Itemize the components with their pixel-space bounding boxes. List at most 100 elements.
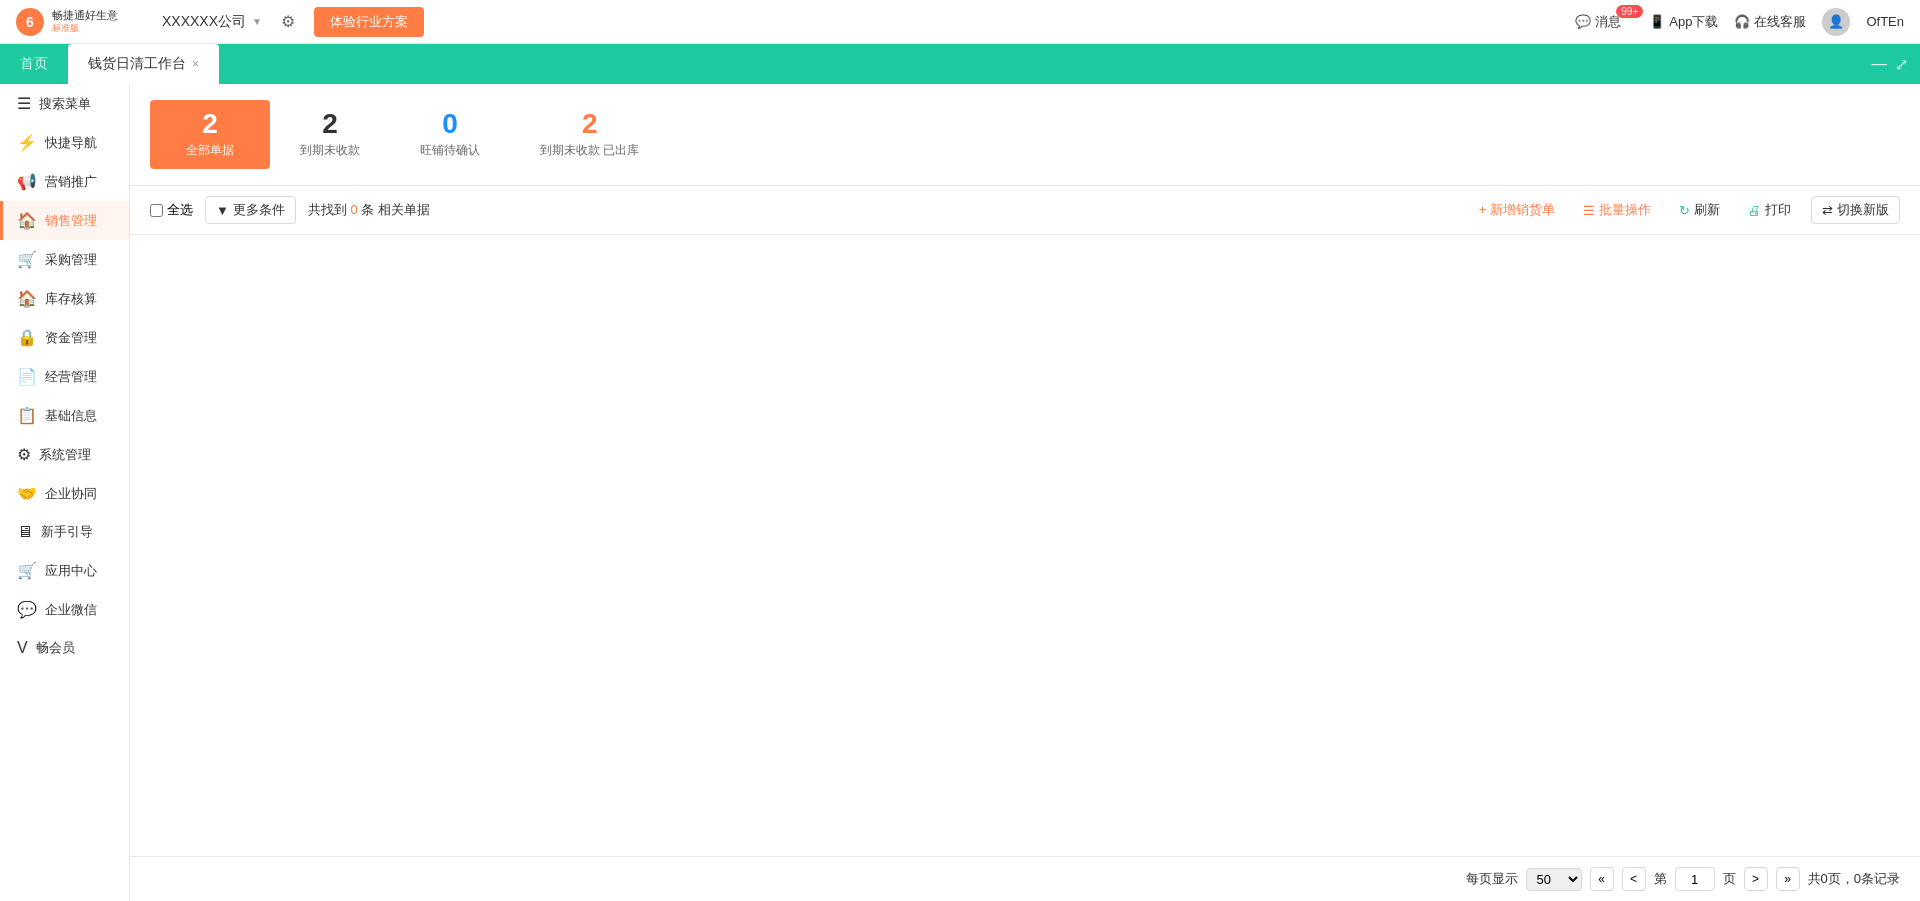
- sidebar-item-quick-nav[interactable]: ⚡ 快捷导航: [0, 123, 129, 162]
- sidebar-label-finance: 资金管理: [45, 329, 97, 347]
- stat-card-shipped[interactable]: 2 到期未收款 已出库: [510, 100, 669, 169]
- stat-label-overdue: 到期未收款: [300, 142, 360, 159]
- settings-button[interactable]: ⚙: [274, 8, 302, 36]
- base-info-icon: 📋: [17, 406, 37, 425]
- batch-operation-button[interactable]: ☰ 批量操作: [1575, 197, 1659, 223]
- new-sales-button[interactable]: + 新增销货单: [1471, 197, 1563, 223]
- sidebar-label-system: 系统管理: [39, 446, 91, 464]
- stat-number-all: 2: [202, 110, 218, 138]
- sidebar-item-cooperation[interactable]: 🤝 企业协同: [0, 474, 129, 513]
- sidebar-item-member[interactable]: V 畅会员: [0, 629, 129, 667]
- sidebar-item-operation[interactable]: 📄 经营管理: [0, 357, 129, 396]
- sidebar-item-search-menu[interactable]: ☰ 搜索菜单: [0, 84, 129, 123]
- logo-area: 6 畅捷通好生意 标准版: [16, 8, 146, 36]
- company-selector[interactable]: XXXXXX公司 ▼: [162, 13, 262, 31]
- top-header: 6 畅捷通好生意 标准版 XXXXXX公司 ▼ ⚙ 体验行业方案 💬 消息 99…: [0, 0, 1920, 44]
- sidebar-item-inventory[interactable]: 🏠 库存核算: [0, 279, 129, 318]
- filter-label: 更多条件: [233, 201, 285, 219]
- stat-label-all: 全部单据: [186, 142, 234, 159]
- tab-home-label: 首页: [20, 55, 48, 73]
- sidebar-label-purchase: 采购管理: [45, 251, 97, 269]
- toolbar: 全选 ▼ 更多条件 共找到 0 条 相关单据 + 新增销货单 ☰ 批量操作: [130, 186, 1920, 235]
- filter-button[interactable]: ▼ 更多条件: [205, 196, 296, 224]
- checkbox-all-input[interactable]: [150, 204, 163, 217]
- page-suffix: 页: [1723, 870, 1736, 888]
- tab-active-label: 钱货日清工作台: [88, 55, 186, 73]
- online-service-label: 在线客服: [1754, 13, 1806, 31]
- first-page-button[interactable]: «: [1590, 867, 1614, 891]
- sidebar-item-base-info[interactable]: 📋 基础信息: [0, 396, 129, 435]
- phone-icon: 📱: [1649, 14, 1665, 29]
- print-icon: 🖨: [1748, 203, 1761, 218]
- quick-nav-icon: ⚡: [17, 133, 37, 152]
- stat-number-pending: 0: [442, 110, 458, 138]
- app-name: 畅捷通好生意: [52, 8, 118, 22]
- next-page-button[interactable]: >: [1744, 867, 1768, 891]
- stat-card-all[interactable]: 2 全部单据: [150, 100, 270, 169]
- page-input[interactable]: [1675, 867, 1715, 891]
- select-all-checkbox[interactable]: 全选: [150, 201, 193, 219]
- sidebar-item-system[interactable]: ⚙ 系统管理: [0, 435, 129, 474]
- found-count: 0: [351, 202, 358, 217]
- sidebar-item-wechat[interactable]: 💬 企业微信: [0, 590, 129, 629]
- content-area: 2 全部单据 2 到期未收款 0 旺铺待确认 2 到期未收款 已出库 全选: [130, 84, 1920, 901]
- sidebar-item-guide[interactable]: 🖥 新手引导: [0, 513, 129, 551]
- sidebar-label-operation: 经营管理: [45, 368, 97, 386]
- page-size-select[interactable]: 50 10 20 100: [1526, 868, 1582, 891]
- sidebar-label-quick-nav: 快捷导航: [45, 134, 97, 152]
- operation-icon: 📄: [17, 367, 37, 386]
- company-name: XXXXXX公司: [162, 13, 246, 31]
- tab-close-icon[interactable]: ×: [192, 57, 199, 71]
- total-text: 共0页，0条记录: [1808, 870, 1900, 888]
- sidebar-label-member: 畅会员: [36, 639, 75, 657]
- messages-item[interactable]: 💬 消息 99+: [1575, 13, 1633, 31]
- page-size-label: 每页显示: [1466, 870, 1518, 888]
- prev-page-button[interactable]: <: [1622, 867, 1646, 891]
- sidebar-label-inventory: 库存核算: [45, 290, 97, 308]
- refresh-label: 刷新: [1694, 201, 1720, 219]
- header-right: 💬 消息 99+ 📱 App下载 🎧 在线客服 👤 OfTEn: [1575, 8, 1904, 36]
- batch-label: 批量操作: [1599, 201, 1651, 219]
- print-button[interactable]: 🖨 打印: [1740, 197, 1799, 223]
- search-menu-icon: ☰: [17, 94, 31, 113]
- stat-number-shipped: 2: [582, 110, 598, 138]
- stat-number-overdue: 2: [322, 110, 338, 138]
- stat-card-pending[interactable]: 0 旺铺待确认: [390, 100, 510, 169]
- sidebar-item-app-center[interactable]: 🛒 应用中心: [0, 551, 129, 590]
- refresh-icon: ↻: [1679, 203, 1690, 218]
- stat-label-pending: 旺铺待确认: [420, 142, 480, 159]
- sidebar-item-finance[interactable]: 🔒 资金管理: [0, 318, 129, 357]
- sidebar-label-search-menu: 搜索菜单: [39, 95, 91, 113]
- avatar-placeholder: 👤: [1828, 14, 1844, 29]
- switch-version-button[interactable]: ⇄ 切换新版: [1811, 196, 1900, 224]
- sidebar-item-purchase[interactable]: 🛒 采购管理: [0, 240, 129, 279]
- inventory-icon: 🏠: [17, 289, 37, 308]
- messages-badge: 99+: [1616, 5, 1643, 18]
- sidebar-label-guide: 新手引导: [41, 523, 93, 541]
- online-service-item[interactable]: 🎧 在线客服: [1734, 13, 1806, 31]
- trial-button[interactable]: 体验行业方案: [314, 7, 424, 37]
- tab-home[interactable]: 首页: [0, 44, 68, 84]
- stat-card-overdue[interactable]: 2 到期未收款: [270, 100, 390, 169]
- toolbar-right: + 新增销货单 ☰ 批量操作 ↻ 刷新 🖨 打印 ⇄ 切换新版: [1471, 196, 1900, 224]
- user-name[interactable]: OfTEn: [1866, 14, 1904, 29]
- tab-minimize-button[interactable]: —: [1871, 55, 1887, 73]
- sidebar-label-app-center: 应用中心: [45, 562, 97, 580]
- chevron-down-icon: ▼: [252, 16, 262, 27]
- avatar[interactable]: 👤: [1822, 8, 1850, 36]
- guide-icon: 🖥: [17, 523, 33, 541]
- app-tag: 标准版: [52, 22, 118, 35]
- cooperation-icon: 🤝: [17, 484, 37, 503]
- app-download-item[interactable]: 📱 App下载: [1649, 13, 1718, 31]
- tab-restore-button[interactable]: ⤢: [1895, 55, 1908, 74]
- refresh-button[interactable]: ↻ 刷新: [1671, 197, 1728, 223]
- sidebar-label-sales: 销售管理: [45, 212, 97, 230]
- sidebar-item-marketing[interactable]: 📢 营销推广: [0, 162, 129, 201]
- finance-icon: 🔒: [17, 328, 37, 347]
- sidebar-label-base-info: 基础信息: [45, 407, 97, 425]
- main-layout: ☰ 搜索菜单 ⚡ 快捷导航 📢 营销推广 🏠 销售管理 🛒 采购管理 🏠 库存核…: [0, 84, 1920, 901]
- last-page-button[interactable]: »: [1776, 867, 1800, 891]
- tab-active[interactable]: 钱货日清工作台 ×: [68, 44, 219, 84]
- sidebar-item-sales[interactable]: 🏠 销售管理: [0, 201, 129, 240]
- wechat-icon: 💬: [17, 600, 37, 619]
